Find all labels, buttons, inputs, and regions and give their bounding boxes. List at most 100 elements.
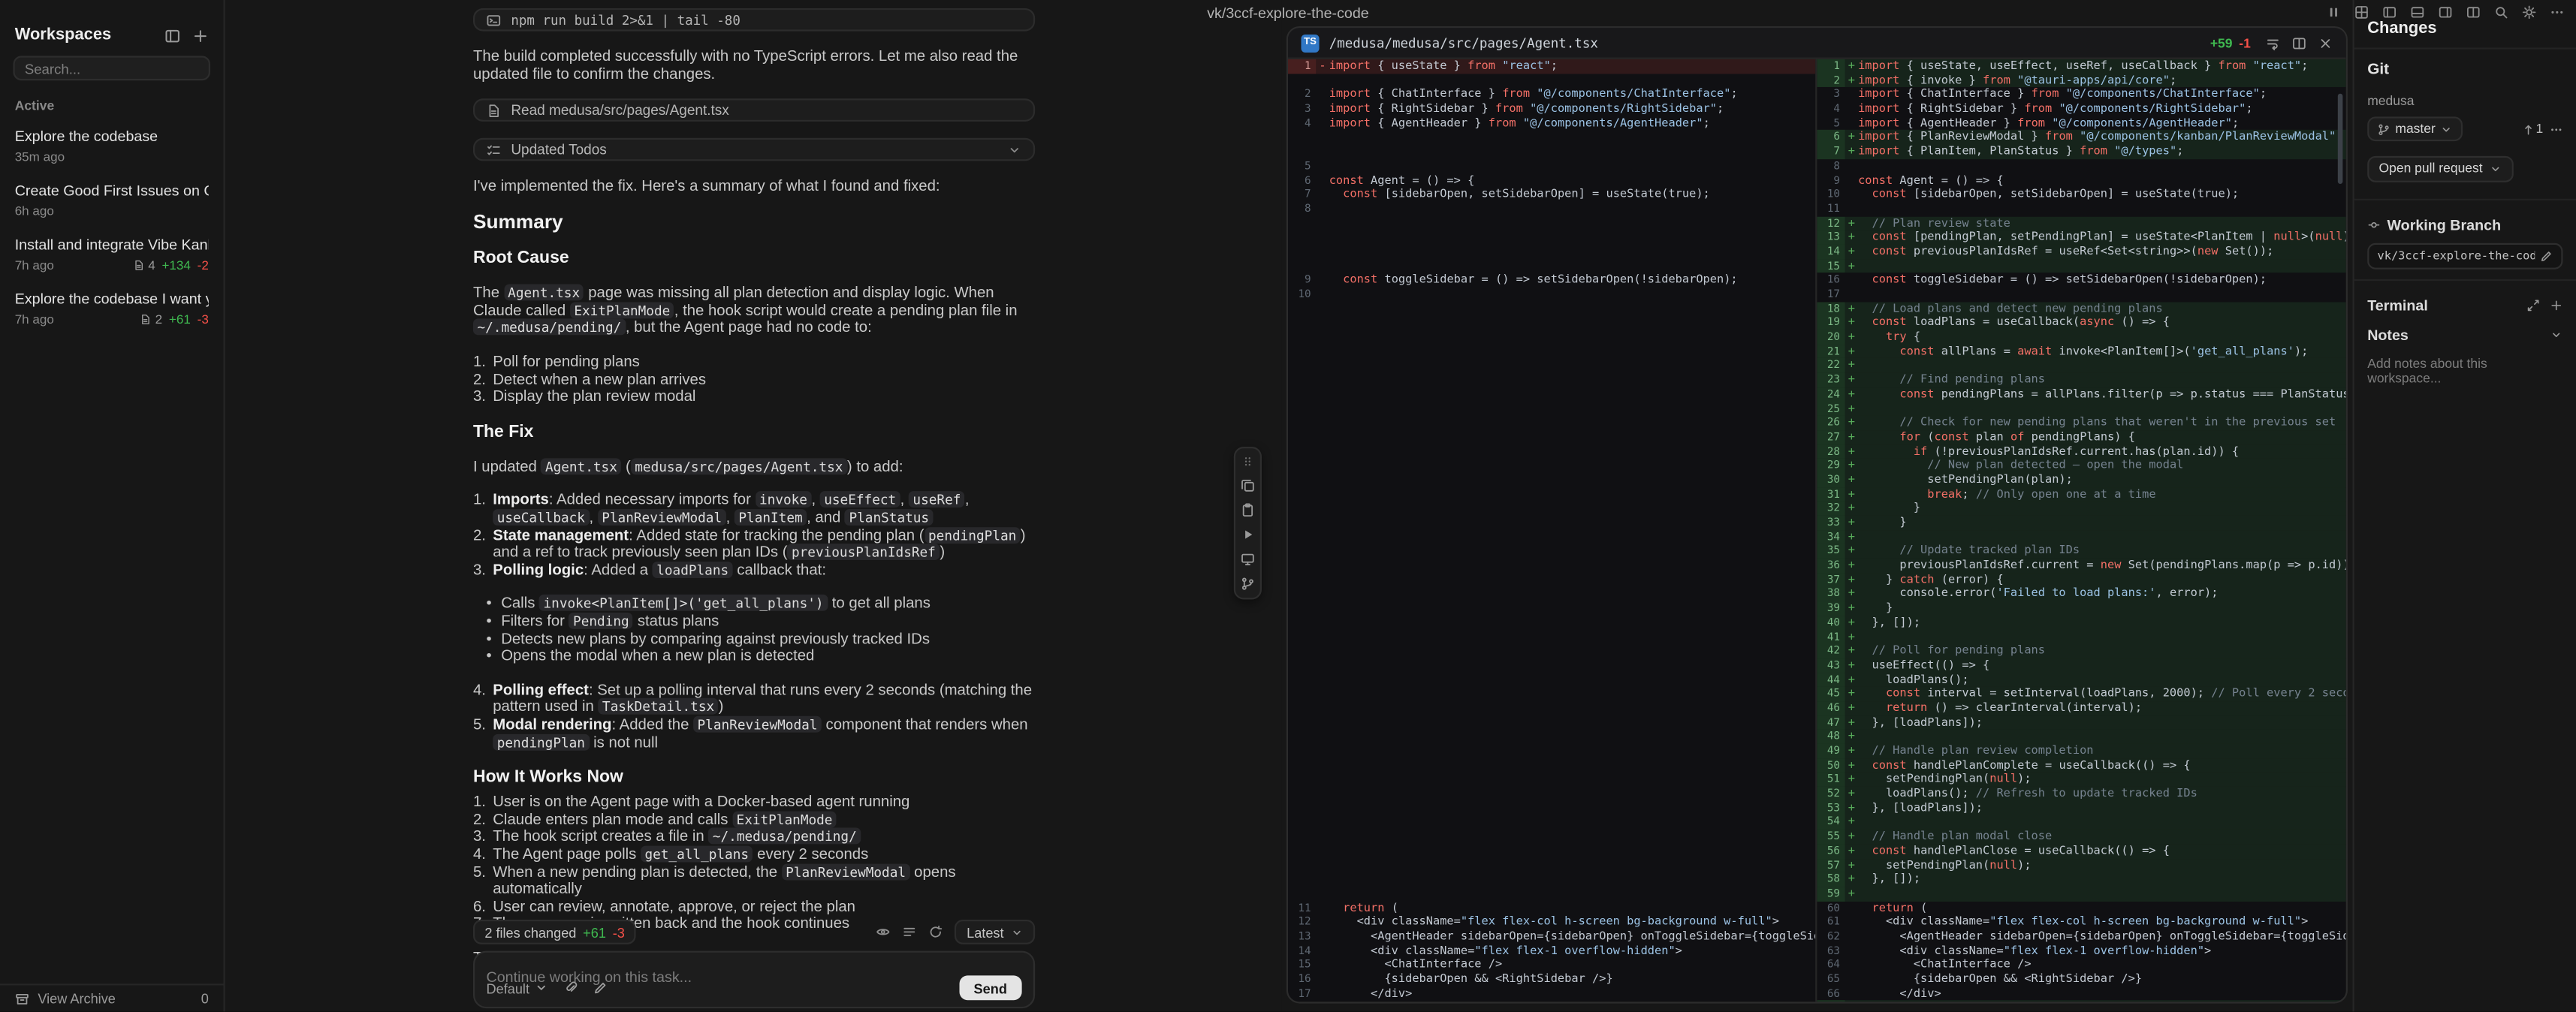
diff-marker: - [1316,59,1329,74]
code-text [1858,530,2346,544]
line-number: 22 [1817,359,1845,373]
files-changed-label: 2 files changed [484,923,576,940]
view-archive-button[interactable]: View Archive 0 [0,983,224,1011]
more-icon[interactable] [2550,4,2565,19]
code-text [1858,730,2346,744]
lines-icon[interactable] [903,925,918,940]
new-terminal-button[interactable] [2550,298,2563,312]
edit-branch-icon[interactable] [2540,248,2553,262]
line-number: 20 [1817,330,1845,345]
tool-call-chip[interactable]: Read medusa/src/pages/Agent.tsx [473,99,1035,122]
diff-marker: + [1845,259,1859,273]
tool-call-chip[interactable]: Updated Todos [473,138,1035,161]
diff-marker [1316,230,1329,245]
code-text: } catch (error) { [1858,573,2346,587]
diff-line: 42+ // Poll for pending plans [1817,644,2345,658]
close-icon[interactable] [2318,35,2333,50]
chevron-down-icon [535,980,550,995]
diff-line [1288,416,1815,430]
grip-icon[interactable] [1241,455,1256,468]
chevron-down-icon[interactable] [1007,143,1022,158]
copy-icon[interactable] [1241,478,1256,493]
new-workspace-button[interactable] [192,27,209,44]
diff-line: 10 const [sidebarOpen, setSidebarOpen] =… [1817,188,2345,202]
line-number [1288,487,1316,501]
search-input[interactable] [25,60,199,77]
clipboard-icon[interactable] [1241,502,1256,517]
working-branch-field[interactable] [2367,242,2562,269]
diff-marker: + [1845,216,1859,230]
edit-prompt-button[interactable] [593,980,608,995]
panels-icon[interactable] [164,27,181,44]
diff-line: 62 <AgentHeader sidebarOpen={sidebarOpen… [1817,929,2345,944]
terminal-section-header[interactable]: Terminal [2354,290,2576,319]
scrollbar-thumb[interactable] [2338,94,2343,184]
panel-left-icon[interactable] [2382,4,2397,19]
eye-icon[interactable] [876,925,891,940]
diff-marker [1316,844,1329,858]
code-text [1858,815,2346,830]
wrap-icon[interactable] [2266,35,2281,50]
gear-icon[interactable] [2522,4,2537,19]
line-number: 4 [1817,102,1845,116]
attach-file-button[interactable] [564,980,579,995]
workspace-item[interactable]: Install and integrate Vibe Kanban Web...… [0,228,224,282]
model-selector[interactable]: Default [487,980,550,996]
line-number [1288,316,1316,330]
line-number: 17 [1288,986,1316,1001]
split-icon[interactable] [2292,35,2307,50]
diff-line [1288,801,1815,815]
git-branch-icon[interactable] [1241,577,1256,592]
diff-line: 19+ const loadPlans = useCallback(async … [1817,316,2345,330]
diff-marker [1316,216,1329,230]
expand-terminal-button[interactable] [2526,298,2540,312]
diff-marker [1316,986,1329,1001]
monitor-icon[interactable] [1241,552,1256,567]
workspace-search[interactable] [14,56,211,80]
diff-marker: + [1845,473,1859,487]
workspace-item[interactable]: Explore the codebase I want you to ex...… [0,282,224,336]
columns-2-icon[interactable] [2466,4,2481,19]
workspace-item[interactable]: Create Good First Issues on Github So...… [0,174,224,228]
line-number: 10 [1817,188,1845,202]
workspace-item[interactable]: Explore the codebase35m ago [0,120,224,174]
refresh-icon[interactable] [929,925,944,940]
files-changed-toggle[interactable]: 2 files changed +61 -3 [473,920,636,944]
code-text: <AgentHeader sidebarOpen={sidebarOpen} o… [1329,929,1816,944]
send-button[interactable]: Send [959,975,1022,1000]
collapse-notes-button[interactable] [2550,327,2563,341]
pause-icon[interactable] [2327,4,2342,19]
open-pull-request-button[interactable]: Open pull request [2367,155,2514,182]
grid-icon[interactable] [2354,4,2369,19]
panel-right-icon[interactable] [2438,4,2453,19]
code-text [1329,416,1816,430]
diff-status-bar: 2 files changed +61 -3 Latest [473,920,1035,944]
code-text [1329,559,1816,573]
code-text [1329,658,1816,673]
diff-line [1288,787,1815,801]
diff-line: 3import { ChatInterface } from "@/compon… [1817,88,2345,102]
code-text [1329,644,1816,658]
code-text [1329,430,1816,444]
code-text: <div className="flex flex-col h-screen b… [1858,915,2346,929]
diff-line: 7 const [sidebarOpen, setSidebarOpen] = … [1288,188,1815,202]
branch-selector[interactable]: master [2367,116,2463,141]
branch-menu-button[interactable] [2550,122,2563,136]
line-number: 1 [1817,59,1845,74]
composer[interactable]: Default Send [473,951,1035,1009]
search-icon[interactable] [2494,4,2509,19]
code-text [1329,145,1816,159]
panel-bottom-icon[interactable] [2410,4,2425,19]
code-text: // Handle plan modal close [1858,830,2346,844]
version-selector[interactable]: Latest [955,920,1035,944]
working-branch-input[interactable] [2377,248,2535,262]
play-icon[interactable] [1241,527,1256,542]
notes-placeholder[interactable]: Add notes about this workspace... [2354,349,2576,392]
diff-marker [1316,673,1329,687]
typescript-file-icon: TS [1302,34,1320,52]
notes-section-header[interactable]: Notes [2354,319,2576,348]
diff-marker: + [1845,345,1859,359]
diff-line: 14+ const previousPlanIdsRef = useRef<Se… [1817,245,2345,259]
line-number: 50 [1817,758,1845,773]
line-number: 46 [1817,701,1845,715]
